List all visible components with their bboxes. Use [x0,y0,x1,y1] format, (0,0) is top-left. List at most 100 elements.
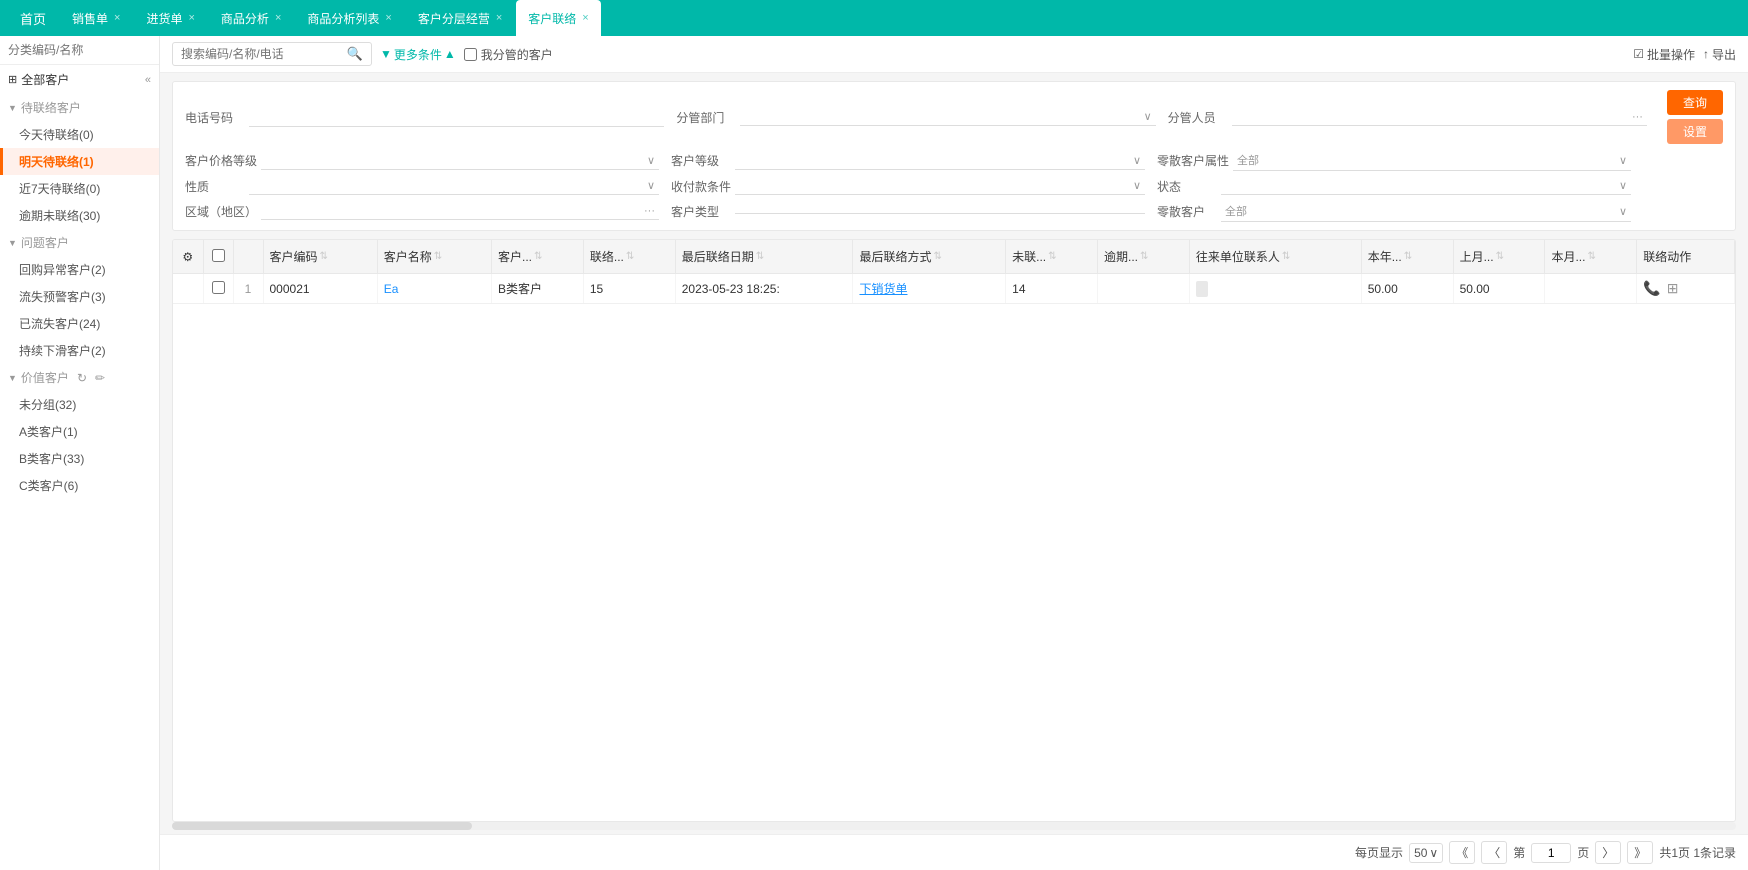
table-scroll-thumb[interactable] [172,822,472,830]
close-customer-contact-tab[interactable]: × [582,12,588,24]
sort-icon-name: ⇅ [434,251,442,262]
filter-status-select[interactable]: ∨ [1221,177,1631,195]
th-gear[interactable]: ⚙ [173,240,203,274]
sidebar-class-a[interactable]: A类客户(1) [0,418,159,445]
toolbar-search-box[interactable]: 🔍 [172,42,372,66]
th-contacts[interactable]: 联络...⇅ [583,240,675,274]
filter-dept-select[interactable]: ∨ [740,108,1155,126]
next-page-btn[interactable]: 〉 [1595,841,1621,864]
filter-price-grade: 客户价格等级 ∨ [185,152,659,170]
query-button[interactable]: 查询 [1667,90,1723,115]
filter-region-select[interactable]: ··· [261,203,659,220]
my-customers-checkbox-group[interactable]: 我分管的客户 [464,46,553,63]
th-last-date[interactable]: 最后联络日期⇅ [675,240,853,274]
td-row-name[interactable]: Ea [377,274,491,304]
td-row-this-year: 50.00 [1361,274,1453,304]
batch-operation-btn[interactable]: ☑ 批量操作 [1633,46,1695,63]
my-customers-checkbox[interactable] [464,48,477,61]
sidebar-class-c[interactable]: C类客户(6) [0,472,159,499]
page-unit: 页 [1577,844,1589,861]
table-scrollbar[interactable] [172,822,1736,830]
nav-tab-product-analysis[interactable]: 商品分析 × [209,0,293,36]
page-number-input[interactable] [1531,843,1571,863]
filter-customer-grade: 客户等级 ∨ [671,152,1145,170]
page-size-chevron: ∨ [1429,846,1438,860]
sidebar-overdue-contact[interactable]: 逾期未联络(30) [0,202,159,229]
close-customer-tier-tab[interactable]: × [496,12,502,24]
th-last-method[interactable]: 最后联络方式⇅ [853,240,1006,274]
last-method-link[interactable]: 下销货单 [859,282,907,296]
th-name[interactable]: 客户名称⇅ [377,240,491,274]
select-all-checkbox[interactable] [212,249,225,262]
filter-customer-type-select[interactable] [735,209,1145,214]
toolbar-search-icon[interactable]: 🔍 [347,46,363,62]
value-section-edit[interactable]: ✏ [95,371,105,385]
filter-price-grade-select[interactable]: ∨ [261,152,659,170]
filter-customer-grade-select[interactable]: ∨ [735,152,1145,170]
td-row-checkbox[interactable] [203,274,233,304]
sidebar-continuous-decline[interactable]: 持续下滑客户(2) [0,337,159,364]
filter-payment-select[interactable]: ∨ [735,177,1145,195]
sidebar-tomorrow-contact[interactable]: 明天待联络(1) [0,148,159,175]
th-this-year[interactable]: 本年...⇅ [1361,240,1453,274]
sidebar-all-customers[interactable]: ⊞ 全部客户 « [0,65,159,94]
td-row-code[interactable]: 000021 [263,274,377,304]
filter-retail-customer-label: 零散客户 [1157,203,1217,220]
nav-tab-customer-contact[interactable]: 客户联络 × [516,0,600,36]
last-page-btn[interactable]: 》 [1627,841,1653,864]
content-area: 🔍 ▼ 更多条件 ▲ 我分管的客户 ☑ 批量操作 ↑ 导出 [160,36,1748,870]
nav-tab-sales[interactable]: 销售单 × [60,0,132,36]
th-code[interactable]: 客户编码⇅ [263,240,377,274]
th-unit-contact[interactable]: 往来单位联系人⇅ [1189,240,1361,274]
th-last-month[interactable]: 上月...⇅ [1453,240,1545,274]
th-checkbox[interactable] [203,240,233,274]
chevron-up-icon: ▲ [444,47,456,61]
sidebar-week7-contact[interactable]: 近7天待联络(0) [0,175,159,202]
filter-retail-attr-label: 零散客户属性 [1157,152,1229,169]
th-this-month[interactable]: 本月...⇅ [1545,240,1637,274]
first-page-btn[interactable]: 《 [1449,841,1475,864]
sidebar-search-bar[interactable]: 🔍 [0,36,159,65]
filter-retail-customer-select[interactable]: 全部∨ [1221,201,1631,222]
table-row: 1 000021 Ea B类客户 15 2023-05-23 18:25: 下销… [173,274,1735,304]
nav-tab-purchase[interactable]: 进货单 × [134,0,206,36]
sidebar-class-b[interactable]: B类客户(33) [0,445,159,472]
close-sales-tab[interactable]: × [114,12,120,24]
nav-tab-customer-tier[interactable]: 客户分层经营 × [406,0,514,36]
filter-phone-input[interactable] [249,108,664,127]
phone-action-icon[interactable]: 📞 [1643,280,1660,297]
filter-nature-select[interactable]: ∨ [249,177,659,195]
toolbar-search-input[interactable] [181,47,347,61]
customer-name-link[interactable]: Ea [384,282,399,296]
close-purchase-tab[interactable]: × [188,12,194,24]
close-product-analysis-tab[interactable]: × [275,12,281,24]
sidebar-today-contact[interactable]: 今天待联络(0) [0,121,159,148]
th-overdue[interactable]: 逾期...⇅ [1098,240,1190,274]
nav-home[interactable]: 首页 [8,0,58,36]
td-row-last-method[interactable]: 下销货单 [853,274,1006,304]
th-num [233,240,263,274]
more-conditions-btn[interactable]: ▼ 更多条件 ▲ [380,46,456,63]
prev-page-btn[interactable]: 〈 [1481,841,1507,864]
sidebar-repurchase-anomaly[interactable]: 回购异常客户(2) [0,256,159,283]
sidebar-ungrouped[interactable]: 未分组(32) [0,391,159,418]
value-section-refresh[interactable]: ↻ [77,371,87,385]
grid-action-icon[interactable]: ⊞ [1667,280,1679,297]
filter-retail-attr-select[interactable]: 全部∨ [1233,150,1631,171]
filter-retail-customer: 零散客户 全部∨ [1157,201,1631,222]
setting-button[interactable]: 设置 [1667,119,1723,144]
export-btn[interactable]: ↑ 导出 [1703,46,1736,63]
td-row-not-contacted: 14 [1006,274,1098,304]
page-size-select[interactable]: 50 ∨ [1409,843,1443,863]
td-row-this-month [1545,274,1637,304]
nav-tab-product-list[interactable]: 商品分析列表 × [295,0,403,36]
th-type[interactable]: 客户...⇅ [492,240,584,274]
filter-person-select[interactable]: ··· [1232,109,1647,126]
row-checkbox[interactable] [212,281,225,294]
sidebar-already-lost[interactable]: 已流失客户(24) [0,310,159,337]
sidebar-search-input[interactable] [8,43,160,57]
filter-row-2: 客户价格等级 ∨ 客户等级 ∨ 零散客户属性 全部∨ [185,150,1723,171]
sidebar-loss-risk[interactable]: 流失预警客户(3) [0,283,159,310]
close-product-list-tab[interactable]: × [385,12,391,24]
th-not-contacted[interactable]: 未联...⇅ [1006,240,1098,274]
